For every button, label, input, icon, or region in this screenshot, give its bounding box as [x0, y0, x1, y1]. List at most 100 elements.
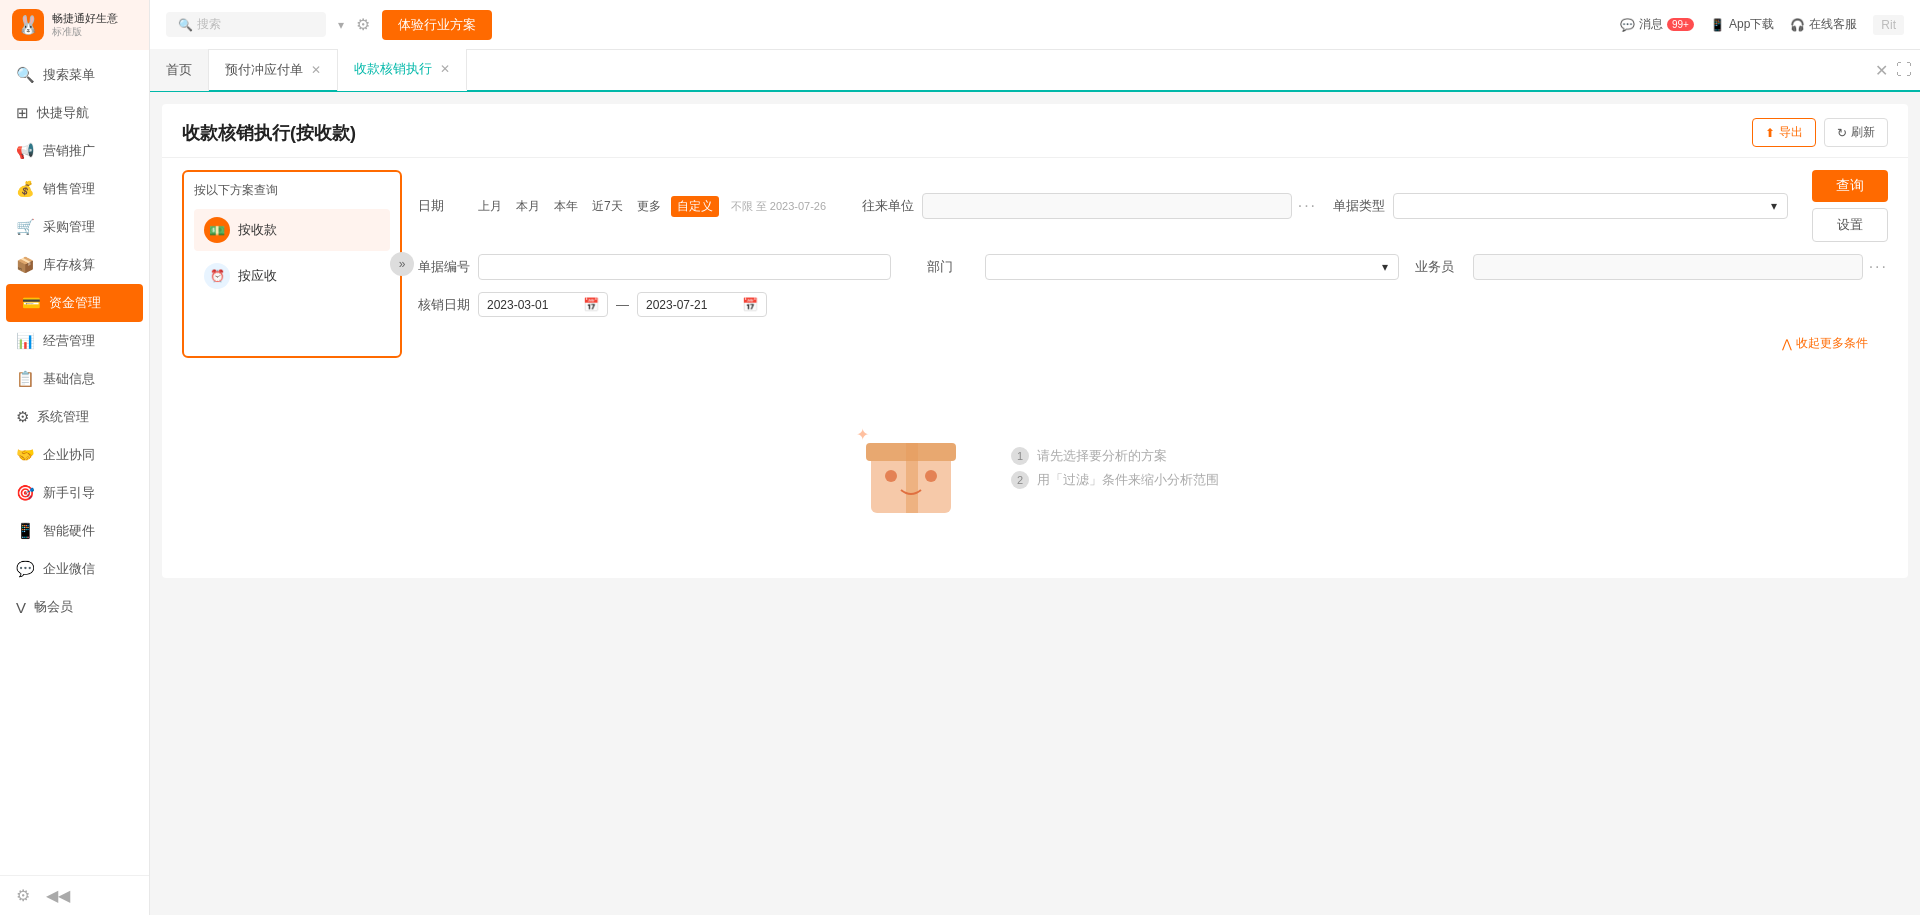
message-badge: 99+ [1667, 18, 1694, 31]
sidebar-item-guide[interactable]: 🎯 新手引导 [0, 474, 149, 512]
sidebar-item-wechat[interactable]: 💬 企业微信 [0, 550, 149, 588]
doctype-chevron-icon: ▾ [1771, 199, 1777, 213]
sidebar-item-label: 采购管理 [43, 218, 95, 236]
doctype-label: 单据类型 [1333, 197, 1385, 215]
date-last-month[interactable]: 上月 [474, 196, 506, 217]
filter-option-receivable[interactable]: ⏰ 按应收 [194, 255, 390, 297]
docno-input[interactable] [478, 254, 891, 280]
dept-label: 部门 [927, 258, 977, 276]
settings-button[interactable]: 设置 [1812, 208, 1888, 242]
dept-chevron-icon: ▾ [1382, 260, 1388, 274]
sidebar-item-label: 系统管理 [37, 408, 89, 426]
filter-option-receipt-label: 按收款 [238, 221, 277, 239]
tab-home[interactable]: 首页 [150, 49, 209, 91]
refresh-button[interactable]: ↻ 刷新 [1824, 118, 1888, 147]
tab-prepay-label: 预付冲应付单 [225, 61, 303, 79]
app-download-button[interactable]: 📱 App下载 [1710, 16, 1774, 33]
sidebar-item-label: 基础信息 [43, 370, 95, 388]
query-buttons: 查询 设置 [1812, 170, 1888, 242]
sidebar-item-member[interactable]: V 畅会员 [0, 588, 149, 626]
dept-select[interactable]: ▾ [985, 254, 1400, 280]
sidebar-item-system[interactable]: ⚙ 系统管理 [0, 398, 149, 436]
sidebar-item-nav[interactable]: ⊞ 快捷导航 [0, 94, 149, 132]
date-7days[interactable]: 近7天 [588, 196, 627, 217]
date-this-year[interactable]: 本年 [550, 196, 582, 217]
sidebar-item-label: 新手引导 [43, 484, 95, 502]
page-header: 收款核销执行(按收款) ⬆ 导出 ↻ 刷新 [162, 104, 1908, 158]
verify-date-from-cal-icon[interactable]: 📅 [583, 297, 599, 312]
export-button[interactable]: ⬆ 导出 [1752, 118, 1816, 147]
verify-date-to-cal-icon[interactable]: 📅 [742, 297, 758, 312]
staff-input[interactable] [1473, 254, 1862, 280]
doctype-select[interactable]: ▾ [1393, 193, 1788, 219]
collapse-more-row[interactable]: ⋀ 收起更多条件 [418, 329, 1888, 358]
tab-verify[interactable]: 收款核销执行 ✕ [338, 49, 467, 91]
empty-hint-2: 2 用「过滤」条件来缩小分析范围 [1011, 471, 1219, 489]
topbar-right: 💬 消息 99+ 📱 App下载 🎧 在线客服 Rit [1620, 15, 1904, 35]
export-label: 导出 [1779, 124, 1803, 141]
tab-prepay-close-icon[interactable]: ✕ [311, 63, 321, 77]
solution-button[interactable]: 体验行业方案 [382, 10, 492, 40]
verify-date-label: 核销日期 [418, 296, 470, 314]
verify-date-field: 核销日期 2023-03-01 📅 — 2023-07-21 📅 [418, 292, 1888, 317]
sidebar-item-label: 智能硬件 [43, 522, 95, 540]
sidebar-item-search[interactable]: 🔍 搜索菜单 [0, 56, 149, 94]
tab-prepay[interactable]: 预付冲应付单 ✕ [209, 49, 338, 91]
online-service-button[interactable]: 🎧 在线客服 [1790, 16, 1857, 33]
user-name[interactable]: Rit [1873, 15, 1904, 35]
search-icon: 🔍 [16, 66, 35, 84]
filter-row-1: 日期 上月 本月 本年 近7天 更多 自定义 不限 至 2023-07-26 [418, 170, 1888, 242]
sidebar-item-basic[interactable]: 📋 基础信息 [0, 360, 149, 398]
verify-date-from-val: 2023-03-01 [487, 298, 579, 312]
sidebar-item-inventory[interactable]: 📦 库存核算 [0, 246, 149, 284]
empty-hints: 1 请先选择要分析的方案 2 用「过滤」条件来缩小分析范围 [1011, 447, 1219, 489]
doctype-field: 单据类型 ▾ [1333, 193, 1788, 219]
topbar-chevron-icon[interactable]: ▾ [338, 18, 344, 32]
tab-expand-icon[interactable]: ⛶ [1896, 61, 1912, 79]
tab-close-all-icon[interactable]: ✕ [1875, 61, 1888, 80]
sidebar-item-sales[interactable]: 💰 销售管理 [0, 170, 149, 208]
refresh-icon: ↻ [1837, 126, 1847, 140]
sidebar-item-label: 经营管理 [43, 332, 95, 350]
settings-bottom-icon[interactable]: ⚙ [16, 886, 30, 905]
sidebar-item-funds[interactable]: 💳 资金管理 [6, 284, 143, 322]
filter-right-panel: 日期 上月 本月 本年 近7天 更多 自定义 不限 至 2023-07-26 [418, 170, 1888, 358]
guide-icon: 🎯 [16, 484, 35, 502]
date-custom[interactable]: 自定义 [671, 196, 719, 217]
topbar: 🔍 搜索 ▾ ⚙ 体验行业方案 💬 消息 99+ 📱 App下载 🎧 在线客服 … [150, 0, 1920, 50]
date-this-month[interactable]: 本月 [512, 196, 544, 217]
tab-verify-close-icon[interactable]: ✕ [440, 62, 450, 76]
app-logo-icon: 🐰 [12, 9, 44, 41]
sidebar-item-label: 企业协同 [43, 446, 95, 464]
topbar-gear-icon[interactable]: ⚙ [356, 15, 370, 34]
staff-dots-icon[interactable]: ··· [1869, 258, 1888, 276]
message-button[interactable]: 💬 消息 99+ [1620, 16, 1694, 33]
sidebar-item-hardware[interactable]: 📱 智能硬件 [0, 512, 149, 550]
counterpart-input[interactable] [922, 193, 1292, 219]
tab-verify-label: 收款核销执行 [354, 60, 432, 78]
sidebar-item-purchase[interactable]: 🛒 采购管理 [0, 208, 149, 246]
purchase-icon: 🛒 [16, 218, 35, 236]
svg-rect-2 [906, 443, 918, 513]
counterpart-dots-icon[interactable]: ··· [1298, 197, 1317, 215]
filter-collapse-button[interactable]: » [390, 252, 414, 276]
date-field: 日期 上月 本月 本年 近7天 更多 自定义 [418, 196, 719, 217]
filter-option-receipt[interactable]: 💵 按收款 [194, 209, 390, 251]
sidebar-item-collab[interactable]: 🤝 企业协同 [0, 436, 149, 474]
export-icon: ⬆ [1765, 126, 1775, 140]
collapse-sidebar-icon[interactable]: ◀◀ [46, 886, 70, 905]
docno-field: 单据编号 [418, 254, 891, 280]
filter-option-receivable-label: 按应收 [238, 267, 277, 285]
empty-svg: ✦ [851, 418, 971, 518]
empty-content: ✦ 1 请先选择要分析的方案 2 用「过滤」条件来缩小分析 [851, 418, 1219, 518]
query-button[interactable]: 查询 [1812, 170, 1888, 202]
marketing-icon: 📢 [16, 142, 35, 160]
topbar-search[interactable]: 🔍 搜索 [166, 12, 326, 37]
sidebar-item-label: 企业微信 [43, 560, 95, 578]
sidebar-item-operations[interactable]: 📊 经营管理 [0, 322, 149, 360]
tab-home-label: 首页 [166, 61, 192, 79]
filter-left-panel: 按以下方案查询 💵 按收款 ⏰ 按应收 » [182, 170, 402, 358]
date-more[interactable]: 更多 [633, 196, 665, 217]
sidebar-item-marketing[interactable]: 📢 营销推广 [0, 132, 149, 170]
sidebar-bottom: ⚙ ◀◀ [0, 875, 149, 915]
